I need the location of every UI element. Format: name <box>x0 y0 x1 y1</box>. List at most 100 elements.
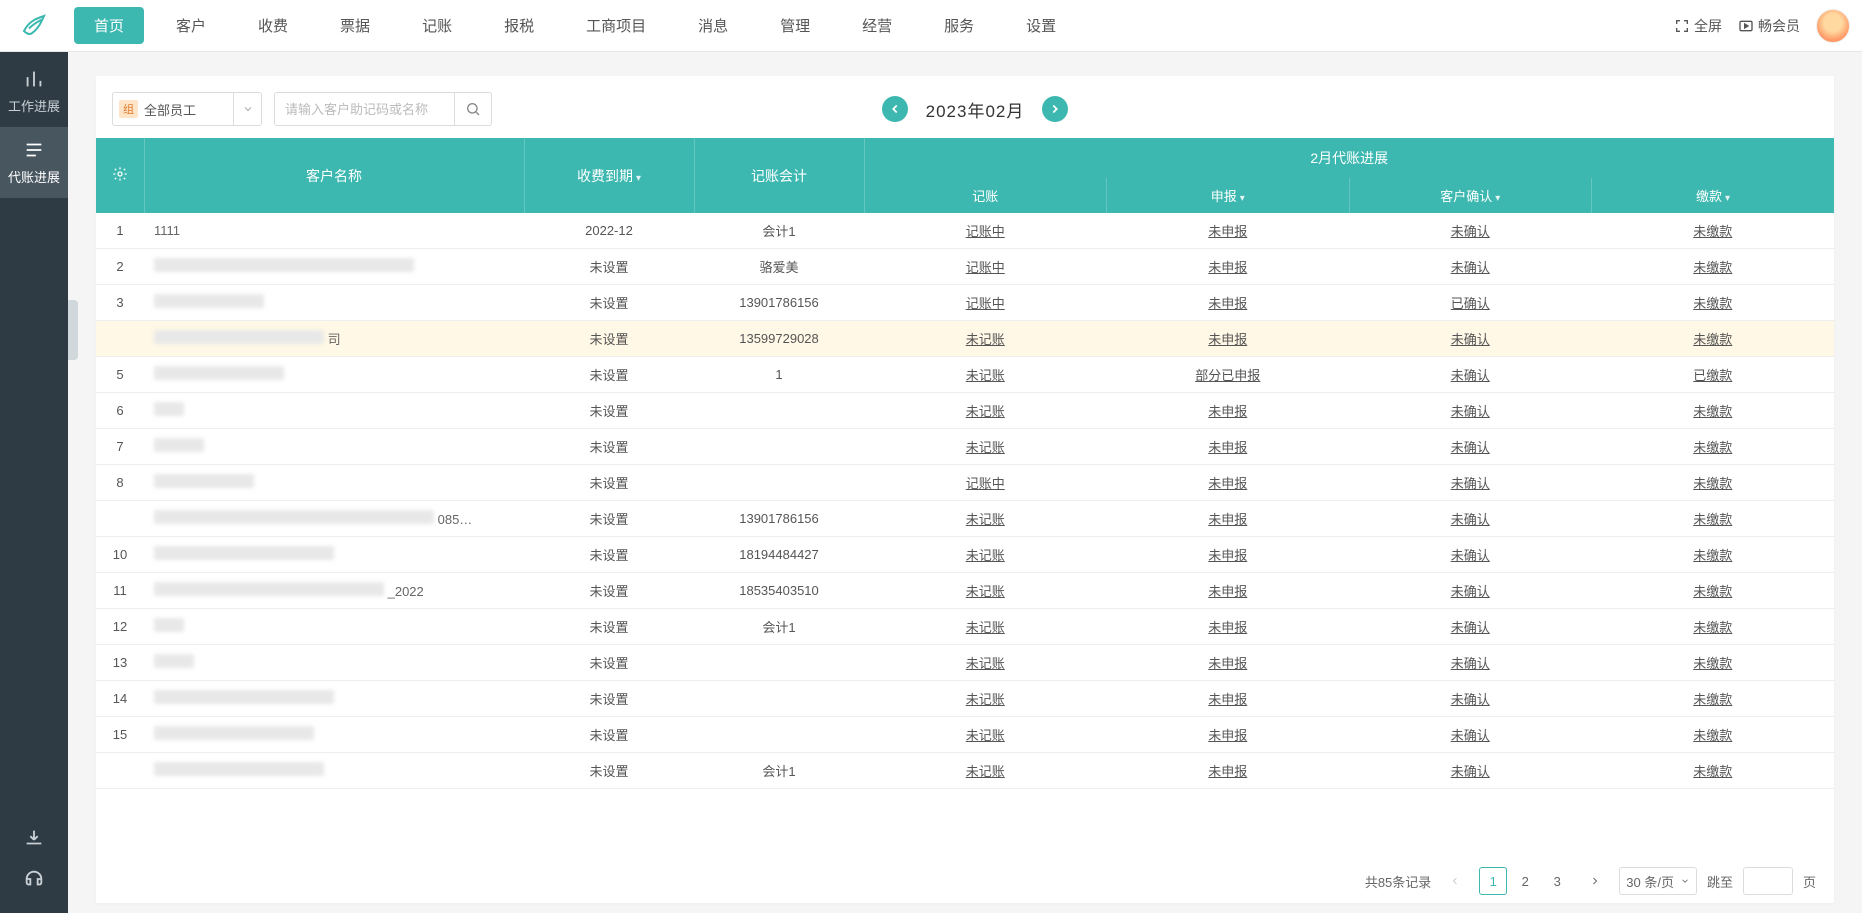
status-link[interactable]: 未缴款 <box>1693 620 1732 635</box>
table-row[interactable]: 15未设置未记账未申报未确认未缴款 <box>96 717 1834 753</box>
page-number[interactable]: 3 <box>1543 867 1571 895</box>
status-link[interactable]: 未申报 <box>1208 728 1247 743</box>
status-link[interactable]: 未确认 <box>1451 224 1490 239</box>
status-link[interactable]: 未缴款 <box>1693 332 1732 347</box>
col-settings[interactable] <box>96 138 144 213</box>
status-link[interactable]: 未确认 <box>1451 476 1490 491</box>
status-link[interactable]: 未缴款 <box>1693 692 1732 707</box>
table-row[interactable]: 111112022-12会计1记账中未申报未确认未缴款 <box>96 213 1834 249</box>
fullscreen-button[interactable]: 全屏 <box>1674 16 1722 36</box>
table-row[interactable]: 2未设置骆爱美记账中未申报未确认未缴款 <box>96 249 1834 285</box>
page-size-select[interactable]: 30 条/页 <box>1619 867 1697 895</box>
sidebar-collapse-handle[interactable] <box>68 300 78 360</box>
employee-select[interactable]: 组 全部员工 <box>112 92 262 126</box>
search-button[interactable] <box>454 92 492 126</box>
status-link[interactable]: 未缴款 <box>1693 440 1732 455</box>
status-link[interactable]: 未确认 <box>1451 548 1490 563</box>
status-link[interactable]: 未申报 <box>1208 476 1247 491</box>
status-link[interactable]: 未申报 <box>1208 296 1247 311</box>
status-link[interactable]: 未记账 <box>966 620 1005 635</box>
status-link[interactable]: 未申报 <box>1208 260 1247 275</box>
table-row[interactable]: 14未设置未记账未申报未确认未缴款 <box>96 681 1834 717</box>
status-link[interactable]: 未确认 <box>1451 584 1490 599</box>
status-link[interactable]: 未记账 <box>966 368 1005 383</box>
avatar[interactable] <box>1816 9 1850 43</box>
status-link[interactable]: 未确认 <box>1451 692 1490 707</box>
status-link[interactable]: 未申报 <box>1208 764 1247 779</box>
status-link[interactable]: 未确认 <box>1451 332 1490 347</box>
status-link[interactable]: 未缴款 <box>1693 260 1732 275</box>
nav-item[interactable]: 记账 <box>402 7 472 44</box>
status-link[interactable]: 未确认 <box>1451 728 1490 743</box>
nav-item[interactable]: 经营 <box>842 7 912 44</box>
status-link[interactable]: 未记账 <box>966 440 1005 455</box>
nav-item[interactable]: 收费 <box>238 7 308 44</box>
status-link[interactable]: 未缴款 <box>1693 728 1732 743</box>
status-link[interactable]: 未缴款 <box>1693 656 1732 671</box>
status-link[interactable]: 未确认 <box>1451 440 1490 455</box>
nav-item[interactable]: 票据 <box>320 7 390 44</box>
status-link[interactable]: 未确认 <box>1451 764 1490 779</box>
jump-page-input[interactable] <box>1743 867 1793 895</box>
status-link[interactable]: 部分已申报 <box>1195 368 1260 383</box>
status-link[interactable]: 未记账 <box>966 332 1005 347</box>
download-button[interactable] <box>23 827 45 852</box>
status-link[interactable]: 未缴款 <box>1693 584 1732 599</box>
status-link[interactable]: 已确认 <box>1451 296 1490 311</box>
status-link[interactable]: 未确认 <box>1451 512 1490 527</box>
table-row[interactable]: 11 _2022未设置18535403510未记账未申报未确认未缴款 <box>96 573 1834 609</box>
status-link[interactable]: 未确认 <box>1451 260 1490 275</box>
table-row[interactable]: 7未设置未记账未申报未确认未缴款 <box>96 429 1834 465</box>
status-link[interactable]: 未记账 <box>966 764 1005 779</box>
next-page-button[interactable] <box>1581 867 1609 895</box>
status-link[interactable]: 未缴款 <box>1693 512 1732 527</box>
status-link[interactable]: 未确认 <box>1451 656 1490 671</box>
status-link[interactable]: 未申报 <box>1208 692 1247 707</box>
sidebar-item-work-progress[interactable]: 工作进展 <box>0 56 68 127</box>
status-link[interactable]: 未申报 <box>1208 512 1247 527</box>
table-row[interactable]: 司未设置13599729028未记账未申报未确认未缴款 <box>96 321 1834 357</box>
status-link[interactable]: 记账中 <box>966 476 1005 491</box>
status-link[interactable]: 记账中 <box>966 260 1005 275</box>
status-link[interactable]: 记账中 <box>966 296 1005 311</box>
prev-page-button[interactable] <box>1441 867 1469 895</box>
status-link[interactable]: 未缴款 <box>1693 224 1732 239</box>
search-input[interactable] <box>274 92 454 126</box>
status-link[interactable]: 未缴款 <box>1693 296 1732 311</box>
table-row[interactable]: 3未设置13901786156记账中未申报已确认未缴款 <box>96 285 1834 321</box>
status-link[interactable]: 未申报 <box>1208 620 1247 635</box>
table-row[interactable]: 8未设置记账中未申报未确认未缴款 <box>96 465 1834 501</box>
support-button[interactable] <box>23 868 45 893</box>
status-link[interactable]: 未缴款 <box>1693 404 1732 419</box>
table-row[interactable]: 12未设置会计1未记账未申报未确认未缴款 <box>96 609 1834 645</box>
page-number[interactable]: 1 <box>1479 867 1507 895</box>
table-row[interactable]: 6未设置未记账未申报未确认未缴款 <box>96 393 1834 429</box>
status-link[interactable]: 未申报 <box>1208 332 1247 347</box>
page-number[interactable]: 2 <box>1511 867 1539 895</box>
status-link[interactable]: 未记账 <box>966 548 1005 563</box>
col-filing[interactable]: 申报▾ <box>1107 178 1350 213</box>
prev-month-button[interactable] <box>882 96 908 122</box>
status-link[interactable]: 未申报 <box>1208 404 1247 419</box>
sidebar-item-bookkeeping-progress[interactable]: 代账进展 <box>0 127 68 198</box>
table-row[interactable]: 13未设置未记账未申报未确认未缴款 <box>96 645 1834 681</box>
status-link[interactable]: 未确认 <box>1451 620 1490 635</box>
table-row[interactable]: 5未设置1未记账部分已申报未确认已缴款 <box>96 357 1834 393</box>
status-link[interactable]: 未确认 <box>1451 368 1490 383</box>
col-confirm[interactable]: 客户确认▾ <box>1349 178 1592 213</box>
status-link[interactable]: 未记账 <box>966 512 1005 527</box>
status-link[interactable]: 未记账 <box>966 692 1005 707</box>
next-month-button[interactable] <box>1042 96 1068 122</box>
nav-item[interactable]: 管理 <box>760 7 830 44</box>
status-link[interactable]: 未申报 <box>1208 548 1247 563</box>
nav-item[interactable]: 首页 <box>74 7 144 44</box>
nav-item[interactable]: 服务 <box>924 7 994 44</box>
status-link[interactable]: 未申报 <box>1208 656 1247 671</box>
status-link[interactable]: 已缴款 <box>1693 368 1732 383</box>
table-row[interactable]: 未设置会计1未记账未申报未确认未缴款 <box>96 753 1834 789</box>
nav-item[interactable]: 客户 <box>156 7 226 44</box>
status-link[interactable]: 未申报 <box>1208 440 1247 455</box>
status-link[interactable]: 未缴款 <box>1693 764 1732 779</box>
col-payment[interactable]: 缴款▾ <box>1592 178 1835 213</box>
status-link[interactable]: 未申报 <box>1208 224 1247 239</box>
